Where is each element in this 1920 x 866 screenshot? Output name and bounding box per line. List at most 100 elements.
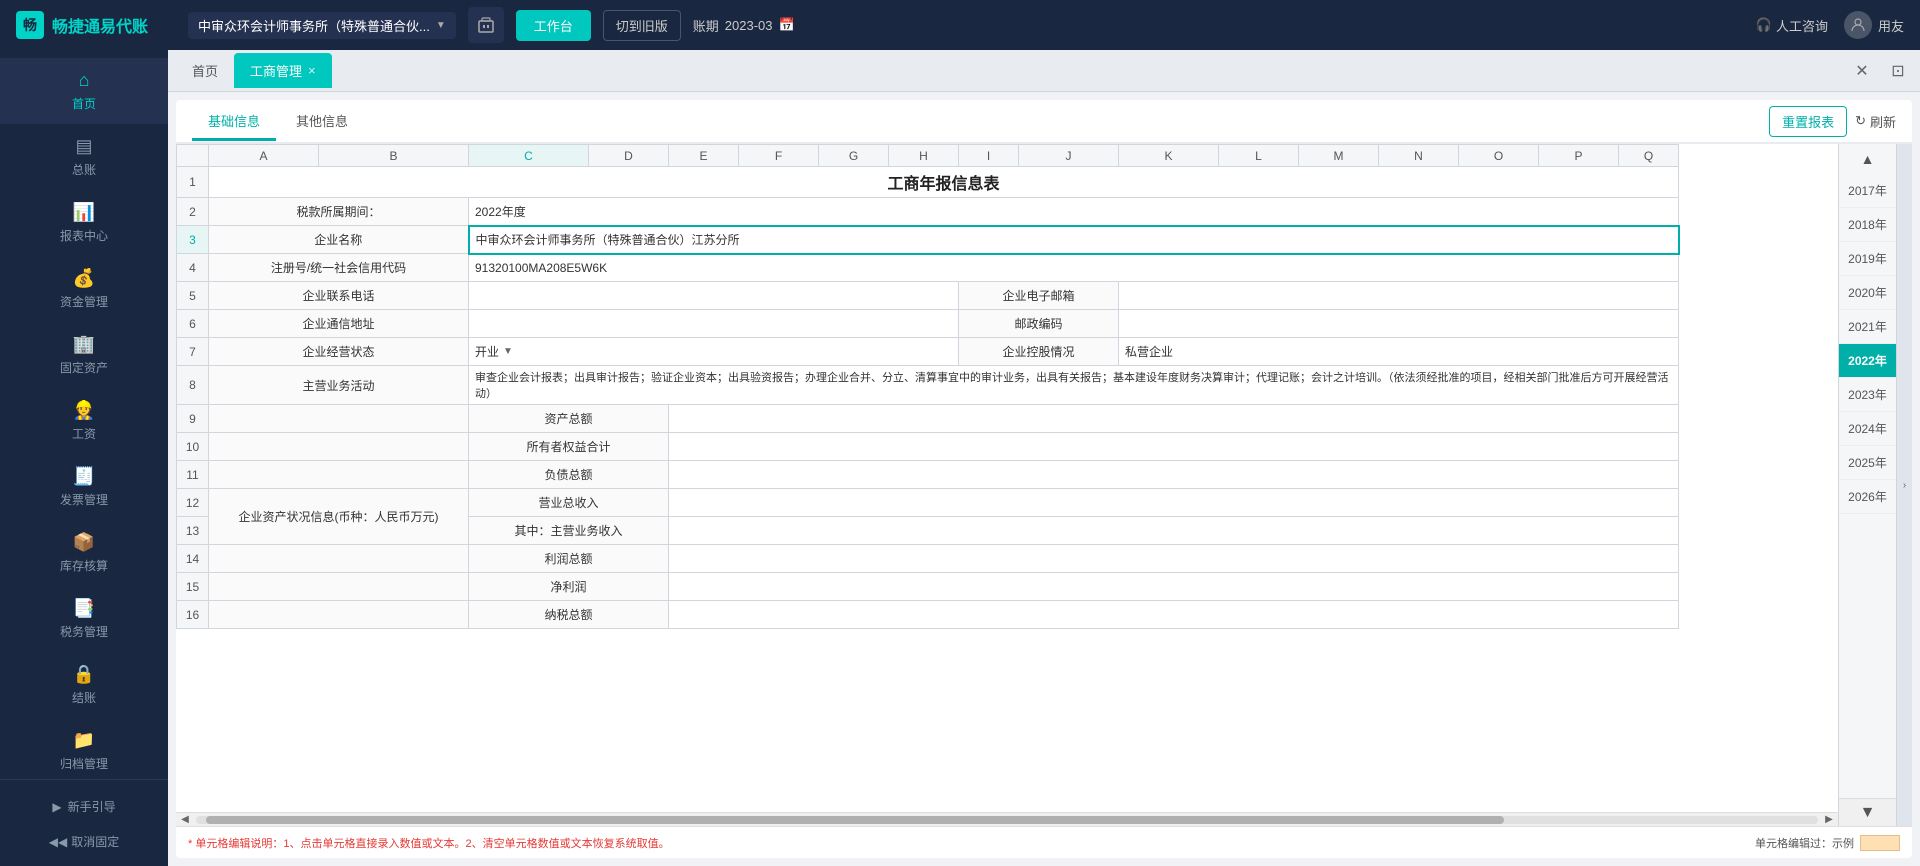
sidebar-item-label: 税务管理	[60, 623, 108, 640]
sidebar-item-ledger[interactable]: ▤ 总账	[0, 124, 168, 190]
col-header-B[interactable]: B	[319, 145, 469, 167]
period-row-value[interactable]: 2022年度	[469, 198, 1679, 226]
sidebar-item-label: 工资	[72, 425, 96, 442]
col-header-C[interactable]: C	[469, 145, 589, 167]
company-icon-btn[interactable]	[468, 7, 504, 43]
close-window-button[interactable]: ✕	[1848, 57, 1876, 85]
sidebar-item-assets[interactable]: 🏢 固定资产	[0, 322, 168, 388]
invoice-icon: 🧾	[73, 466, 95, 487]
row-num-6: 6	[177, 310, 209, 338]
col-header-J[interactable]: J	[1019, 145, 1119, 167]
postal-value[interactable]	[1119, 310, 1679, 338]
year-item-2017[interactable]: 2017年	[1839, 174, 1896, 208]
sidebar-item-archive[interactable]: 📁 归档管理	[0, 718, 168, 779]
sidebar-item-inventory[interactable]: 📦 库存核算	[0, 520, 168, 586]
net-profit-value[interactable]	[669, 573, 1679, 601]
unpin-button[interactable]: ◀◀ 取消固定	[0, 825, 168, 858]
year-item-2021[interactable]: 2021年	[1839, 310, 1896, 344]
address-value[interactable]	[469, 310, 959, 338]
sidebar-item-label: 发票管理	[60, 491, 108, 508]
support-button[interactable]: 🎧 人工咨询	[1756, 16, 1828, 35]
col-header-D[interactable]: D	[589, 145, 669, 167]
year-item-2020[interactable]: 2020年	[1839, 276, 1896, 310]
reg-code-value[interactable]: 91320100MA208E5W6K	[469, 254, 1679, 282]
workbench-button[interactable]: 工作台	[516, 10, 591, 41]
sheet-container[interactable]: A B C D E F G H I J	[176, 144, 1838, 812]
scroll-right-btn[interactable]: ▶	[1822, 813, 1836, 827]
revenue-total-value[interactable]	[669, 489, 1679, 517]
year-item-2023[interactable]: 2023年	[1839, 378, 1896, 412]
right-collapse-arrow[interactable]: ›	[1896, 144, 1912, 826]
tab-gongshang[interactable]: 工商管理 ×	[234, 53, 332, 88]
tax-icon: 📑	[73, 598, 95, 619]
col-header-P[interactable]: P	[1539, 145, 1619, 167]
row-num-10: 10	[177, 433, 209, 461]
company-name-value[interactable]: 中审众环会计师事务所（特殊普通合伙）江苏分所	[469, 226, 1679, 254]
email-value[interactable]	[1119, 282, 1679, 310]
col-header-E[interactable]: E	[669, 145, 739, 167]
col-header-M[interactable]: M	[1299, 145, 1379, 167]
sidebar-item-tax[interactable]: 📑 税务管理	[0, 586, 168, 652]
col-header-N[interactable]: N	[1379, 145, 1459, 167]
col-header-K[interactable]: K	[1119, 145, 1219, 167]
liability-value[interactable]	[669, 461, 1679, 489]
net-profit-label	[209, 573, 469, 601]
company-selector[interactable]: 中审众环会计师事务所（特殊普通合伙... ▼	[188, 12, 456, 39]
phone-value[interactable]	[469, 282, 959, 310]
sidebar-item-close[interactable]: 🔒 结账	[0, 652, 168, 718]
row-num-5: 5	[177, 282, 209, 310]
year-item-2019[interactable]: 2019年	[1839, 242, 1896, 276]
tax-total-value[interactable]	[669, 601, 1679, 629]
ownership-value[interactable]: 私营企业	[1119, 338, 1679, 366]
pin-label: 取消固定	[71, 833, 119, 850]
col-header-L[interactable]: L	[1219, 145, 1299, 167]
scroll-left-btn[interactable]: ◀	[178, 813, 192, 827]
ownership-label: 企业控股情况	[959, 338, 1119, 366]
sidebar-item-home[interactable]: ⌂ 首页	[0, 58, 168, 124]
status-value[interactable]: 开业 ▼	[469, 338, 959, 366]
row-num-7: 7	[177, 338, 209, 366]
main-revenue-value[interactable]	[669, 517, 1679, 545]
year-down-btn[interactable]: ▼	[1839, 798, 1896, 826]
tab-home[interactable]: 首页	[176, 53, 234, 88]
maximize-button[interactable]: ⊡	[1884, 57, 1912, 85]
new-user-guide[interactable]: ▶ 新手引导	[0, 788, 168, 825]
col-header-Q[interactable]: Q	[1619, 145, 1679, 167]
col-header-O[interactable]: O	[1459, 145, 1539, 167]
scroll-thumb[interactable]	[206, 816, 1504, 824]
refresh-button[interactable]: ↻ 刷新	[1855, 106, 1896, 137]
sidebar-item-finance[interactable]: 💰 资金管理	[0, 256, 168, 322]
year-item-2022[interactable]: 2022年	[1839, 344, 1896, 378]
col-header-G[interactable]: G	[819, 145, 889, 167]
year-panel-collapse[interactable]: ▲	[1839, 144, 1896, 174]
col-header-F[interactable]: F	[739, 145, 819, 167]
year-item-2024[interactable]: 2024年	[1839, 412, 1896, 446]
horizontal-scrollbar[interactable]: ◀ ▶	[176, 812, 1838, 826]
scroll-track[interactable]	[196, 816, 1818, 824]
total-assets-value[interactable]	[669, 405, 1679, 433]
col-header-I[interactable]: I	[959, 145, 1019, 167]
sidebar-item-report[interactable]: 📊 报表中心	[0, 190, 168, 256]
switch-version-button[interactable]: 切到旧版	[603, 10, 681, 41]
col-header-A[interactable]: A	[209, 145, 319, 167]
year-item-2026[interactable]: 2026年	[1839, 480, 1896, 514]
profit-value[interactable]	[669, 545, 1679, 573]
sub-tab-other[interactable]: 其他信息	[280, 103, 364, 141]
close-period-icon: 🔒	[73, 664, 95, 685]
main-biz-value[interactable]: 审查企业会计报表；出具审计报告；验证企业资本；出具验资报告；办理企业合并、分立、…	[469, 366, 1679, 405]
year-item-2018[interactable]: 2018年	[1839, 208, 1896, 242]
sub-tab-basic[interactable]: 基础信息	[192, 103, 276, 141]
tab-close-icon[interactable]: ×	[308, 63, 316, 78]
total-assets-sub-label: 资产总额	[469, 405, 669, 433]
col-header-H[interactable]: H	[889, 145, 959, 167]
sidebar-item-invoice[interactable]: 🧾 发票管理	[0, 454, 168, 520]
reset-report-button[interactable]: 重置报表	[1769, 106, 1847, 137]
equity-value[interactable]	[669, 433, 1679, 461]
period-row-label: 税款所属期间：	[209, 198, 469, 226]
user-menu[interactable]: 用友	[1844, 11, 1904, 39]
year-item-2025[interactable]: 2025年	[1839, 446, 1896, 480]
sidebar-item-payroll[interactable]: 👷 工资	[0, 388, 168, 454]
status-text: 开业	[475, 343, 499, 360]
calendar-icon[interactable]: 📅	[779, 17, 795, 33]
status-label: 企业经营状态	[209, 338, 469, 366]
